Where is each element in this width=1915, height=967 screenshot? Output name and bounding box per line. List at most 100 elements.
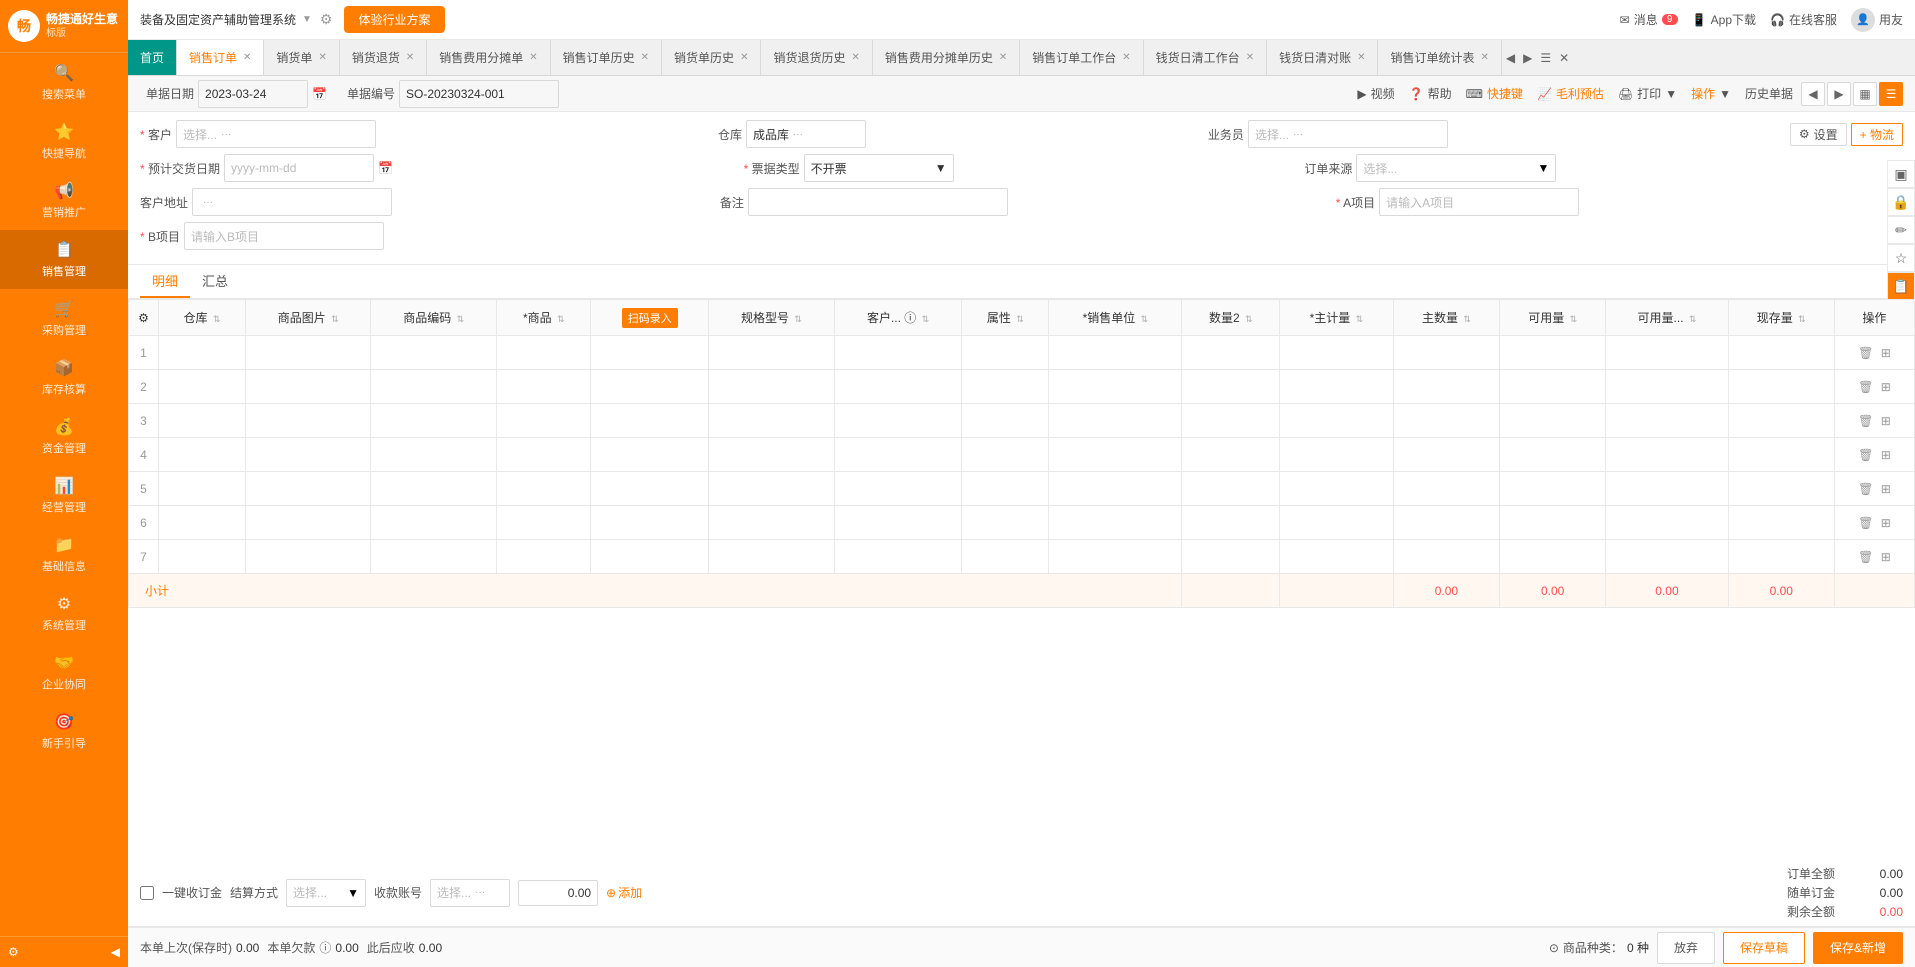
help-button[interactable]: ❓ 帮助 xyxy=(1403,83,1458,104)
copy-icon-5[interactable]: ⊞ xyxy=(1881,516,1891,530)
th-unit[interactable]: *销售单位 ⇅ xyxy=(1049,300,1182,336)
tab-item-12[interactable]: 销售订单统计表✕ xyxy=(1378,40,1501,75)
list-view-icon[interactable]: ☰ xyxy=(1879,82,1903,106)
th-main-qty[interactable]: 主数量 ⇅ xyxy=(1393,300,1499,336)
cell-available2-3[interactable] xyxy=(1606,438,1728,472)
cell-product-5[interactable] xyxy=(497,506,591,540)
warehouse-dots[interactable]: ··· xyxy=(793,129,803,140)
th-attribute[interactable]: 属性 ⇅ xyxy=(962,300,1049,336)
copy-icon-2[interactable]: ⊞ xyxy=(1881,414,1891,428)
cell-warehouse-4[interactable] xyxy=(159,472,246,506)
tab-item-0[interactable]: 首页 xyxy=(128,40,177,75)
tab-item-6[interactable]: 销货单历史✕ xyxy=(662,40,761,75)
one-click-checkbox[interactable] xyxy=(140,886,154,900)
cell-available-1[interactable] xyxy=(1500,370,1606,404)
delete-icon-4[interactable]: 🗑 xyxy=(1858,482,1873,496)
cell-product-0[interactable] xyxy=(497,336,591,370)
add-payment-button[interactable]: ⊕ 添加 xyxy=(606,884,642,901)
cell-available2-0[interactable] xyxy=(1606,336,1728,370)
cell-available2-5[interactable] xyxy=(1606,506,1728,540)
sidebar-item-3[interactable]: 📋 销售管理 xyxy=(0,230,128,289)
copy-icon-6[interactable]: ⊞ xyxy=(1881,550,1891,564)
cell-qty2-5[interactable] xyxy=(1182,506,1280,540)
cell-unit-0[interactable] xyxy=(1049,336,1182,370)
app-download-button[interactable]: 📱 App下载 xyxy=(1692,11,1756,28)
tab-close-6[interactable]: ✕ xyxy=(740,52,748,63)
cell-product-3[interactable] xyxy=(497,438,591,472)
cell-unit-1[interactable] xyxy=(1049,370,1182,404)
th-product[interactable]: *商品 ⇅ xyxy=(497,300,591,336)
right-icon-3[interactable]: ✏ xyxy=(1887,216,1915,244)
cell-customer-code-6[interactable] xyxy=(834,540,962,574)
tab-item-2[interactable]: 销货单✕ xyxy=(264,40,339,75)
th-qty2[interactable]: 数量2 ⇅ xyxy=(1182,300,1280,336)
cell-attribute-5[interactable] xyxy=(962,506,1049,540)
tab-item-9[interactable]: 销售订单工作台✕ xyxy=(1020,40,1143,75)
cell-current-2[interactable] xyxy=(1728,404,1834,438)
cell-available-5[interactable] xyxy=(1500,506,1606,540)
cell-main-unit-5[interactable] xyxy=(1280,506,1394,540)
th-code[interactable]: 商品编码 ⇅ xyxy=(371,300,497,336)
th-spec[interactable]: 规格型号 ⇅ xyxy=(709,300,835,336)
cell-qty2-4[interactable] xyxy=(1182,472,1280,506)
b-project-input[interactable]: 请输入B项目 xyxy=(184,222,384,250)
cell-qty2-0[interactable] xyxy=(1182,336,1280,370)
cell-attribute-0[interactable] xyxy=(962,336,1049,370)
cell-spec-6[interactable] xyxy=(709,540,835,574)
user-area[interactable]: 👤 用友 xyxy=(1851,8,1903,32)
cell-product-4[interactable] xyxy=(497,472,591,506)
cell-product-1[interactable] xyxy=(497,370,591,404)
cell-main-qty-5[interactable] xyxy=(1393,506,1499,540)
tab-close-9[interactable]: ✕ xyxy=(1122,52,1130,63)
right-icon-1[interactable]: ▣ xyxy=(1887,160,1915,188)
delete-icon-2[interactable]: 🗑 xyxy=(1858,414,1873,428)
th-customer-code[interactable]: 客户... ⓘ ⇅ xyxy=(834,300,962,336)
cell-spec-5[interactable] xyxy=(709,506,835,540)
tab-item-8[interactable]: 销售费用分摊单历史✕ xyxy=(873,40,1020,75)
cell-main-qty-0[interactable] xyxy=(1393,336,1499,370)
sidebar-item-8[interactable]: 📁 基础信息 xyxy=(0,525,128,584)
cell-available-4[interactable] xyxy=(1500,472,1606,506)
cell-main-unit-3[interactable] xyxy=(1280,438,1394,472)
operate-button[interactable]: 操作 ▼ xyxy=(1685,83,1737,104)
remark-input[interactable] xyxy=(748,188,1008,216)
cell-main-unit-0[interactable] xyxy=(1280,336,1394,370)
th-main-unit[interactable]: *主计量 ⇅ xyxy=(1280,300,1394,336)
scan-button[interactable]: 扫码录入 xyxy=(622,308,678,328)
cell-qty2-2[interactable] xyxy=(1182,404,1280,438)
copy-icon-4[interactable]: ⊞ xyxy=(1881,482,1891,496)
tab-close-11[interactable]: ✕ xyxy=(1357,52,1365,63)
tab-item-11[interactable]: 钱货日清对账✕ xyxy=(1267,40,1378,75)
grid-view-icon[interactable]: ▦ xyxy=(1853,82,1877,106)
sidebar-item-7[interactable]: 📊 经营管理 xyxy=(0,466,128,525)
sidebar-item-2[interactable]: 📢 营销推广 xyxy=(0,171,128,230)
cell-qty2-6[interactable] xyxy=(1182,540,1280,574)
tab-scroll-right[interactable]: ▶ xyxy=(1519,51,1536,65)
order-source-input[interactable]: 选择... ▼ xyxy=(1356,154,1556,182)
sidebar-item-4[interactable]: 🛒 采购管理 xyxy=(0,289,128,348)
sidebar-item-6[interactable]: 💰 资金管理 xyxy=(0,407,128,466)
sidebar-item-9[interactable]: ⚙ 系统管理 xyxy=(0,584,128,643)
delete-icon-1[interactable]: 🗑 xyxy=(1858,380,1873,394)
delete-icon-6[interactable]: 🗑 xyxy=(1858,550,1873,564)
sidebar-item-11[interactable]: 🎯 新手引导 xyxy=(0,702,128,761)
cell-current-1[interactable] xyxy=(1728,370,1834,404)
tab-close-10[interactable]: ✕ xyxy=(1246,52,1254,63)
cell-available2-1[interactable] xyxy=(1606,370,1728,404)
expand-right-icon[interactable]: ▶ xyxy=(1827,82,1851,106)
cell-spec-3[interactable] xyxy=(709,438,835,472)
date-input[interactable]: 2023-03-24 xyxy=(198,80,308,108)
sidebar-item-10[interactable]: 🤝 企业协同 xyxy=(0,643,128,702)
th-settings[interactable]: ⚙ xyxy=(129,300,159,336)
tab-close-3[interactable]: ✕ xyxy=(406,52,414,63)
tab-item-3[interactable]: 销货退货✕ xyxy=(340,40,427,75)
cell-qty2-3[interactable] xyxy=(1182,438,1280,472)
sidebar-item-5[interactable]: 📦 库存核算 xyxy=(0,348,128,407)
cell-unit-5[interactable] xyxy=(1049,506,1182,540)
cell-customer-code-5[interactable] xyxy=(834,506,962,540)
th-warehouse[interactable]: 仓库 ⇅ xyxy=(159,300,246,336)
cell-main-unit-4[interactable] xyxy=(1280,472,1394,506)
cell-attribute-1[interactable] xyxy=(962,370,1049,404)
right-icon-4[interactable]: ☆ xyxy=(1887,244,1915,272)
invoice-select[interactable]: 不开票 ▼ xyxy=(804,154,954,182)
